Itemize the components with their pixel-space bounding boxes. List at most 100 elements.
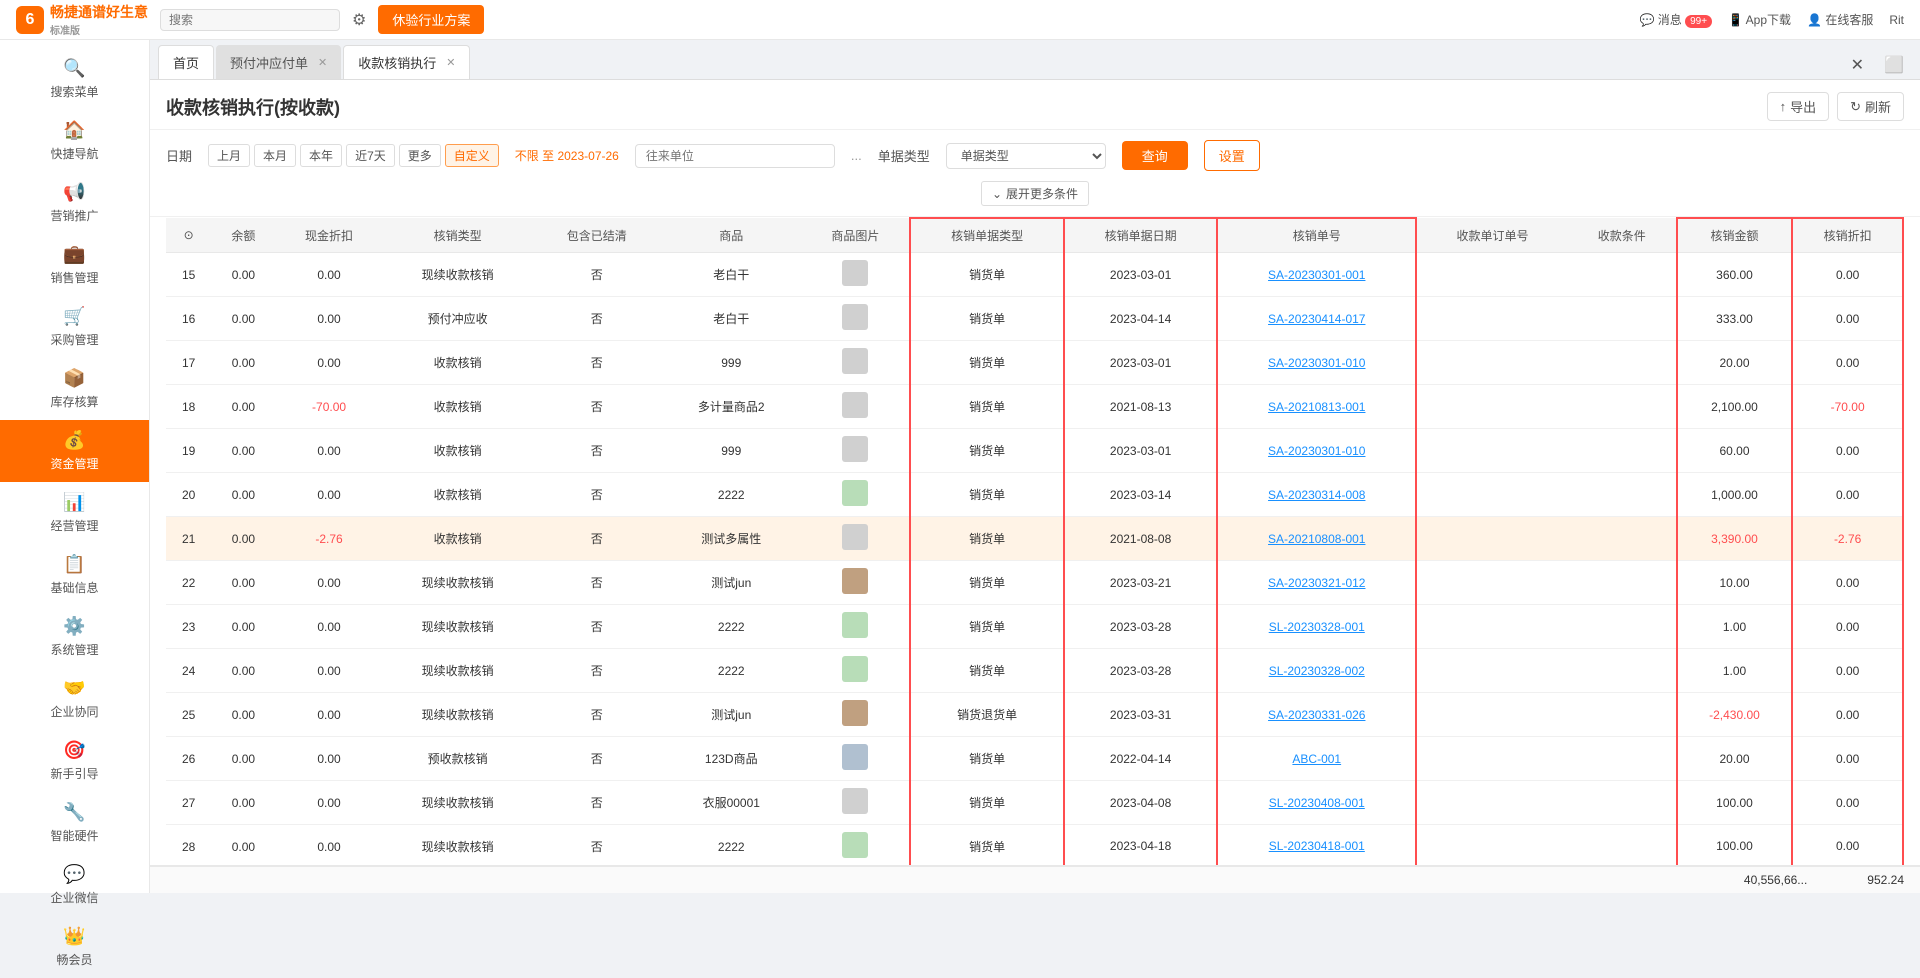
page-content: 收款核销执行(按收款) ↑ 导出 ↻ 刷新 日期 上 [150,80,1920,893]
td-note-type: 销货单 [910,385,1064,429]
td-goods: 测试多属性 [661,517,801,561]
td-note-date: 2023-03-28 [1064,605,1218,649]
tab-writeoff[interactable]: 收款核销执行 ✕ [343,45,470,79]
td-writeoff-discount: 0.00 [1792,341,1903,385]
td-note-date: 2023-03-01 [1064,429,1218,473]
window-close-btn[interactable]: ✕ [1843,51,1872,79]
export-btn[interactable]: ↑ 导出 [1767,92,1830,121]
date-custom[interactable]: 自定义 [445,144,499,167]
tab-writeoff-close[interactable]: ✕ [446,56,455,69]
sidebar-item-label: 企业协同 [50,703,98,720]
td-balance: 0.00 [211,385,275,429]
sidebar-item-purchase[interactable]: 🛒采购管理 [0,296,149,358]
td-goods: 多计量商品2 [661,385,801,429]
page-header: 收款核销执行(按收款) ↑ 导出 ↻ 刷新 [150,80,1920,130]
td-receipt-condition [1568,341,1677,385]
td-receipt-condition [1568,649,1677,693]
td-note-date: 2022-04-14 [1064,737,1218,781]
td-receipt-order [1416,297,1568,341]
td-goods: 999 [661,341,801,385]
td-receipt-order [1416,561,1568,605]
date-more[interactable]: 更多 [399,144,441,167]
td-writeoff-type: 现续收款核销 [383,253,533,297]
td-index: 27 [166,781,211,825]
td-index: 20 [166,473,211,517]
sidebar: 🔍搜索菜单🏠快捷导航📢营销推广💼销售管理🛒采购管理📦库存核算💰资金管理📊经营管理… [0,40,150,893]
from-unit-input[interactable] [635,144,835,168]
td-balance: 0.00 [211,253,275,297]
sidebar-item-inventory[interactable]: 📦库存核算 [0,358,149,420]
tab-prepay-close[interactable]: ✕ [318,56,327,69]
date-buttons: 上月 本月 本年 近7天 更多 自定义 [208,144,499,167]
sidebar-item-guide[interactable]: 🎯新手引导 [0,730,149,792]
date-7days[interactable]: 近7天 [346,144,395,167]
td-settled: 否 [533,693,662,737]
td-writeoff-amount: 60.00 [1677,429,1792,473]
single-type-select[interactable]: 单据类型 [946,143,1106,169]
online-service-link[interactable]: 👤 在线客服 [1807,11,1873,28]
sidebar-item-base[interactable]: 📋基础信息 [0,544,149,606]
date-this-month[interactable]: 本月 [254,144,296,167]
td-balance: 0.00 [211,825,275,866]
td-cash-discount: 0.00 [276,737,383,781]
data-table: ⊙ 余额 现金折扣 核销类型 包含已结清 商品 商品图片 核销单据类型 核销单据… [166,217,1904,865]
expand-icon: ⌄ [992,187,1002,201]
messages-area[interactable]: 💬 消息 99+ [1639,11,1712,28]
table-row: 15 0.00 0.00 现续收款核销 否 老白干 销货单 2023-03-01… [166,253,1903,297]
refresh-btn[interactable]: ↻ 刷新 [1837,92,1904,121]
td-balance: 0.00 [211,517,275,561]
sidebar-item-quick[interactable]: 🏠快捷导航 [0,110,149,172]
th-writeoff-type: 核销类型 [383,218,533,253]
sidebar-item-corp[interactable]: 🤝企业协同 [0,668,149,730]
td-note-no: ABC-001 [1217,737,1416,781]
sidebar-item-marketing[interactable]: 📢营销推广 [0,172,149,234]
refresh-label: 刷新 [1865,97,1891,116]
sidebar-item-finance[interactable]: 💰资金管理 [0,420,149,482]
td-note-type: 销货单 [910,825,1064,866]
gear-icon[interactable]: ⚙ [352,10,366,30]
sidebar-item-member[interactable]: 👑畅会员 [0,916,149,978]
td-writeoff-type: 现续收款核销 [383,605,533,649]
td-receipt-condition [1568,693,1677,737]
td-goods-img [801,781,910,825]
date-prev-month[interactable]: 上月 [208,144,250,167]
td-goods: 老白干 [661,297,801,341]
th-goods: 商品 [661,218,801,253]
td-writeoff-type: 现续收款核销 [383,825,533,866]
tab-prepay[interactable]: 预付冲应付单 ✕ [216,45,341,79]
finance-icon: 💰 [63,430,85,451]
operation-icon: 📊 [63,492,85,513]
td-settled: 否 [533,781,662,825]
main-layout: 🔍搜索菜单🏠快捷导航📢营销推广💼销售管理🛒采购管理📦库存核算💰资金管理📊经营管理… [0,40,1920,893]
date-this-year[interactable]: 本年 [300,144,342,167]
td-index: 18 [166,385,211,429]
td-writeoff-amount: 20.00 [1677,341,1792,385]
td-note-no: SA-20230301-010 [1217,429,1416,473]
td-index: 17 [166,341,211,385]
td-writeoff-type: 收款核销 [383,429,533,473]
app-download-link[interactable]: 📱 App下载 [1728,11,1791,28]
td-goods-img [801,825,910,866]
search-input[interactable] [160,9,340,31]
sidebar-item-search[interactable]: 🔍搜索菜单 [0,48,149,110]
industry-btn[interactable]: 休验行业方案 [378,5,484,34]
table-row: 26 0.00 0.00 预收款核销 否 123D商品 销货单 2022-04-… [166,737,1903,781]
sidebar-item-wechat[interactable]: 💬企业微信 [0,854,149,916]
sidebar-item-sales[interactable]: 💼销售管理 [0,234,149,296]
sidebar-item-operation[interactable]: 📊经营管理 [0,482,149,544]
expand-more-btn[interactable]: ⌄ 展开更多条件 [981,181,1089,206]
td-cash-discount: 0.00 [276,341,383,385]
td-receipt-condition [1568,385,1677,429]
setting-btn[interactable]: 设置 [1204,140,1260,171]
sidebar-item-hardware[interactable]: 🔧智能硬件 [0,792,149,854]
window-expand-btn[interactable]: ⬜ [1876,51,1912,79]
td-settled: 否 [533,385,662,429]
logo-sub: 标准版 [50,22,148,37]
td-goods-img [801,605,910,649]
tab-home[interactable]: 首页 [158,45,214,79]
td-note-no: SA-20230314-008 [1217,473,1416,517]
sidebar-item-system[interactable]: ⚙️系统管理 [0,606,149,668]
query-btn[interactable]: 查询 [1122,141,1188,170]
td-writeoff-amount: 360.00 [1677,253,1792,297]
td-goods-img [801,297,910,341]
